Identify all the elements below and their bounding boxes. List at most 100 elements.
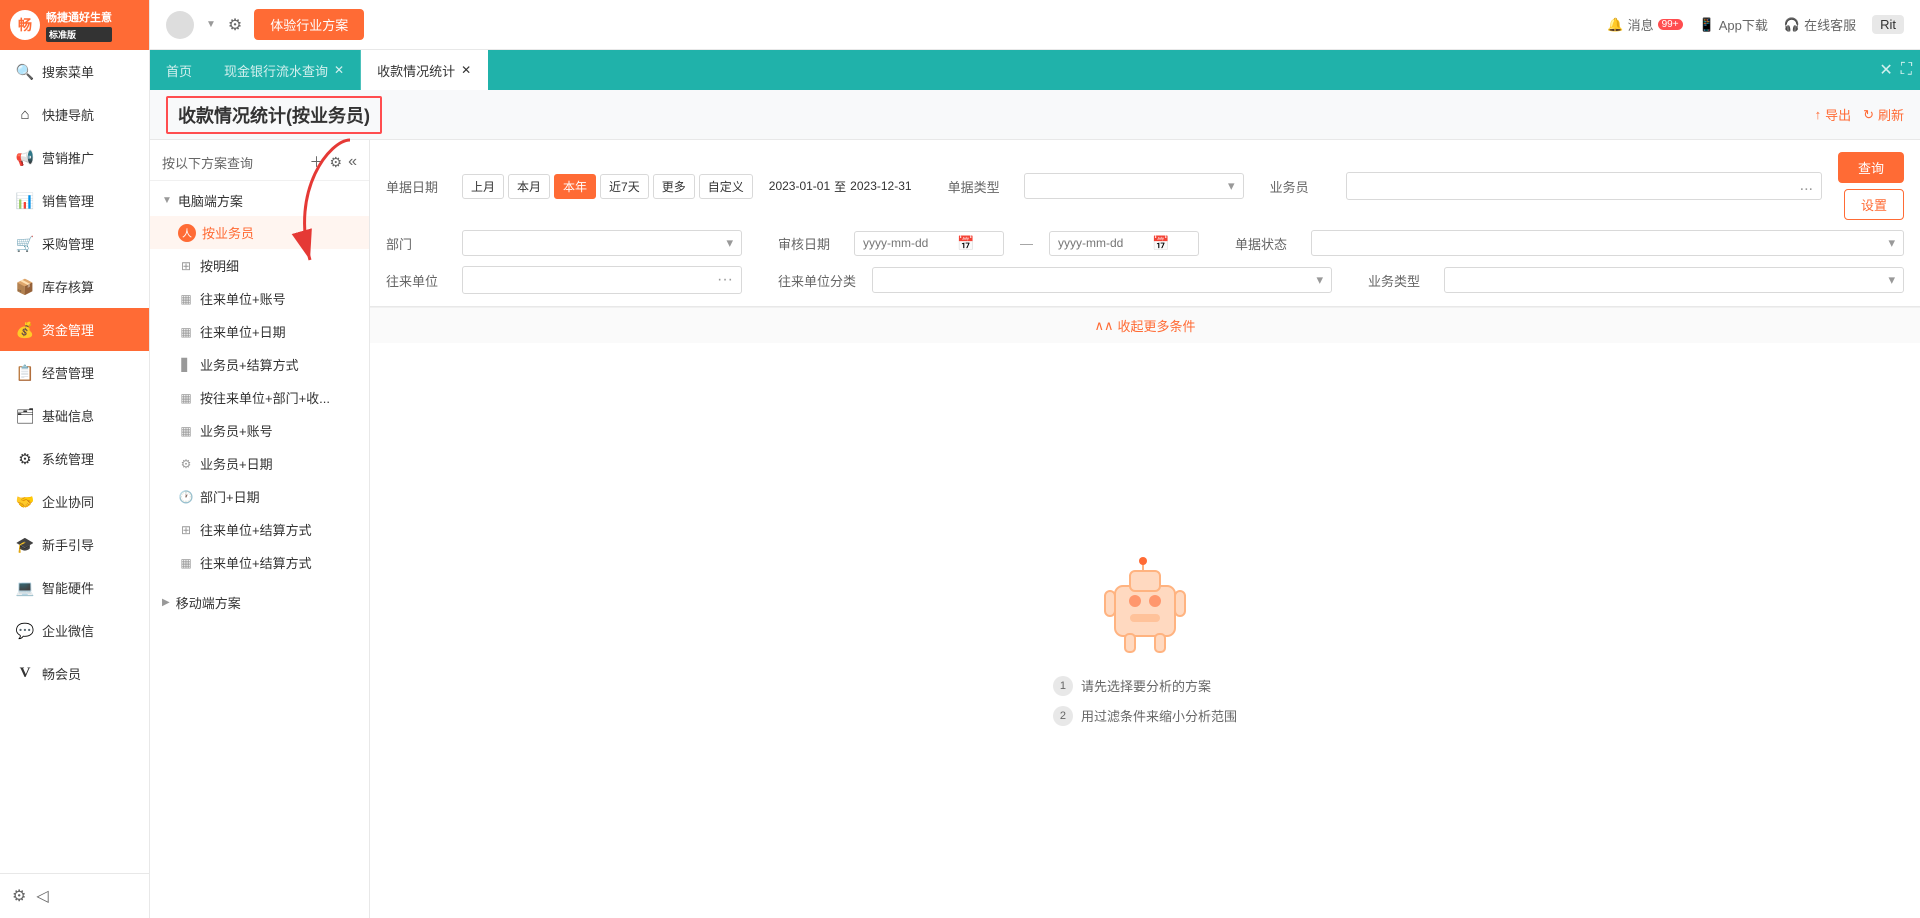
audit-date-to-input[interactable]: 📅: [1049, 231, 1199, 256]
doc-type-select[interactable]: ▾: [1024, 173, 1244, 199]
sidebar-item-purchase[interactable]: 🛒 采购管理: [0, 222, 149, 265]
online-service-btn[interactable]: 🎧 在线客服: [1784, 15, 1856, 34]
tree-item-unit-account[interactable]: ▦ 往来单位+账号: [150, 282, 369, 315]
tree-item-unit-payment2[interactable]: ▦ 往来单位+结算方式: [150, 546, 369, 579]
tree-item-unit-date[interactable]: ▦ 往来单位+日期: [150, 315, 369, 348]
counterpart-select[interactable]: ···: [462, 266, 742, 294]
date-btn-more[interactable]: 更多: [653, 174, 695, 199]
sidebar-item-label: 营销推广: [42, 148, 94, 167]
sidebar-item-sales[interactable]: 📊 销售管理: [0, 179, 149, 222]
tab-fullscreen-icon[interactable]: ⛶: [1901, 61, 1912, 79]
tree-item-salesperson-date[interactable]: ⚙ 业务员+日期: [150, 447, 369, 480]
app-download-btn[interactable]: 📱 App下载: [1699, 15, 1768, 34]
query-btn[interactable]: 查询: [1838, 152, 1904, 183]
tree-item-dept-date[interactable]: 🕐 部门+日期: [150, 480, 369, 513]
tree-item-label: 业务员+结算方式: [200, 355, 299, 374]
audit-from-field[interactable]: [863, 236, 953, 250]
collapse-filter-btn[interactable]: ∧∧ 收起更多条件: [370, 307, 1920, 343]
sidebar-item-label: 企业微信: [42, 621, 94, 640]
counterpart-label: 往来单位: [386, 271, 446, 290]
add-scheme-btn[interactable]: ＋: [310, 152, 324, 172]
sidebar-item-member[interactable]: V 畅会员: [0, 652, 149, 695]
sidebar-footer: ⚙ ◁: [0, 873, 149, 918]
mobile-section-header[interactable]: ▶ 移动端方案: [150, 587, 369, 618]
mobile-section-label: 移动端方案: [176, 593, 241, 612]
tree-item-salesperson-payment[interactable]: ▋ 业务员+结算方式: [150, 348, 369, 381]
tree-item-unit-dept-collect[interactable]: ▦ 按往来单位+部门+收...: [150, 381, 369, 414]
settings-btn[interactable]: 设置: [1844, 189, 1904, 220]
tab-bank-flow-close-icon[interactable]: ✕: [334, 63, 344, 77]
counterpart-dots-icon[interactable]: ···: [717, 271, 733, 289]
sidebar-item-enterprise[interactable]: 🤝 企业协同: [0, 480, 149, 523]
collapse-panel-btn[interactable]: «: [348, 153, 357, 171]
page-header-actions: ↑ 导出 ↻ 刷新: [1815, 105, 1904, 124]
tree-item-label: 部门+日期: [200, 487, 260, 506]
avatar: [166, 11, 194, 39]
tab-close-all-icon[interactable]: ✕: [1879, 60, 1892, 80]
topbar-user[interactable]: ▼: [166, 11, 216, 39]
audit-date-from-input[interactable]: 📅: [854, 231, 1004, 256]
enterprise-icon: 🤝: [16, 493, 34, 511]
topbar-username-display[interactable]: Rit: [1872, 15, 1904, 34]
purchase-icon: 🛒: [16, 235, 34, 253]
date-btn-this-month[interactable]: 本月: [508, 174, 550, 199]
biz-type-select[interactable]: ▾: [1444, 267, 1904, 293]
sidebar-item-wechat[interactable]: 💬 企业微信: [0, 609, 149, 652]
sidebar-item-quick-nav[interactable]: ⌂ 快捷导航: [0, 93, 149, 136]
doc-status-select[interactable]: ▾: [1311, 230, 1904, 256]
notification-btn[interactable]: 🔔 消息 99+: [1607, 15, 1682, 34]
tree-item-by-detail[interactable]: ⊞ 按明细: [150, 249, 369, 282]
sidebar-item-hardware[interactable]: 💻 智能硬件: [0, 566, 149, 609]
tab-home[interactable]: 首页: [150, 50, 208, 90]
sidebar-item-business[interactable]: 📋 经营管理: [0, 351, 149, 394]
tab-receipt-stats[interactable]: 收款情况统计 ✕: [361, 50, 488, 90]
calendar-from-icon[interactable]: 📅: [957, 235, 974, 252]
sidebar-settings-icon[interactable]: ⚙: [12, 886, 26, 906]
dept-select[interactable]: ▾: [462, 230, 742, 256]
sidebar-item-label: 系统管理: [42, 449, 94, 468]
salesperson-dots-icon[interactable]: ...: [1800, 177, 1813, 195]
tab-bank-flow[interactable]: 现金银行流水查询 ✕: [208, 50, 361, 90]
tree-item-unit-payment1[interactable]: ⊞ 往来单位+结算方式: [150, 513, 369, 546]
audit-to-field[interactable]: [1058, 236, 1148, 250]
tree-item-by-salesperson[interactable]: 人 按业务员: [150, 216, 369, 249]
sidebar-item-marketing[interactable]: 📢 营销推广: [0, 136, 149, 179]
sidebar-item-system[interactable]: ⚙ 系统管理: [0, 437, 149, 480]
step-num-2: 2: [1053, 706, 1073, 726]
sidebar-item-inventory[interactable]: 📦 库存核算: [0, 265, 149, 308]
tab-receipt-stats-close-icon[interactable]: ✕: [461, 63, 471, 77]
detail-icon: ⊞: [178, 258, 194, 274]
unit-account-icon: ▦: [178, 291, 194, 307]
date-btn-this-year[interactable]: 本年: [554, 174, 596, 199]
date-btn-last-7days[interactable]: 近7天: [600, 174, 649, 199]
logo-icon: 畅: [10, 10, 40, 40]
sidebar-collapse-icon[interactable]: ◁: [36, 886, 48, 906]
sidebar-item-label: 库存核算: [42, 277, 94, 296]
sidebar-item-basic-info[interactable]: 🗂 基础信息: [0, 394, 149, 437]
home-icon: ⌂: [16, 106, 34, 124]
tree-item-salesperson-account[interactable]: ▦ 业务员+账号: [150, 414, 369, 447]
sidebar-item-search-menu[interactable]: 🔍 搜索菜单: [0, 50, 149, 93]
tree-item-label: 往来单位+结算方式: [200, 553, 312, 572]
logo-text: 畅捷通好生意: [46, 9, 112, 25]
refresh-btn[interactable]: ↻ 刷新: [1863, 105, 1904, 124]
settings-scheme-btn[interactable]: ⚙: [330, 154, 343, 171]
date-btn-custom[interactable]: 自定义: [699, 174, 753, 199]
date-btn-last-month[interactable]: 上月: [462, 174, 504, 199]
page-header: 收款情况统计(按业务员) ↑ 导出 ↻ 刷新: [150, 90, 1920, 140]
salesperson-select[interactable]: ...: [1346, 172, 1822, 200]
counterpart-cat-select[interactable]: ▾: [872, 267, 1332, 293]
export-btn[interactable]: ↑ 导出: [1815, 105, 1852, 124]
right-panel: 单据日期 上月 本月 本年 近7天 更多 自定义 2023-01-01 至 20…: [370, 140, 1920, 918]
guide-icon: 🎓: [16, 536, 34, 554]
tab-bank-flow-label: 现金银行流水查询: [224, 61, 328, 80]
sidebar-item-guide[interactable]: 🎓 新手引导: [0, 523, 149, 566]
calendar-to-icon[interactable]: 📅: [1152, 235, 1169, 252]
sidebar-item-finance[interactable]: 💰 资金管理: [0, 308, 149, 351]
left-panel-header: 按以下方案查询 ＋ ⚙ «: [150, 140, 369, 181]
trial-btn[interactable]: 体验行业方案: [254, 9, 364, 40]
topbar-gear-icon[interactable]: ⚙: [228, 15, 242, 35]
expand-arrow-icon: ▶: [162, 597, 170, 608]
pc-section-header[interactable]: ▼ 电脑端方案: [150, 185, 369, 216]
step-num-1: 1: [1053, 676, 1073, 696]
